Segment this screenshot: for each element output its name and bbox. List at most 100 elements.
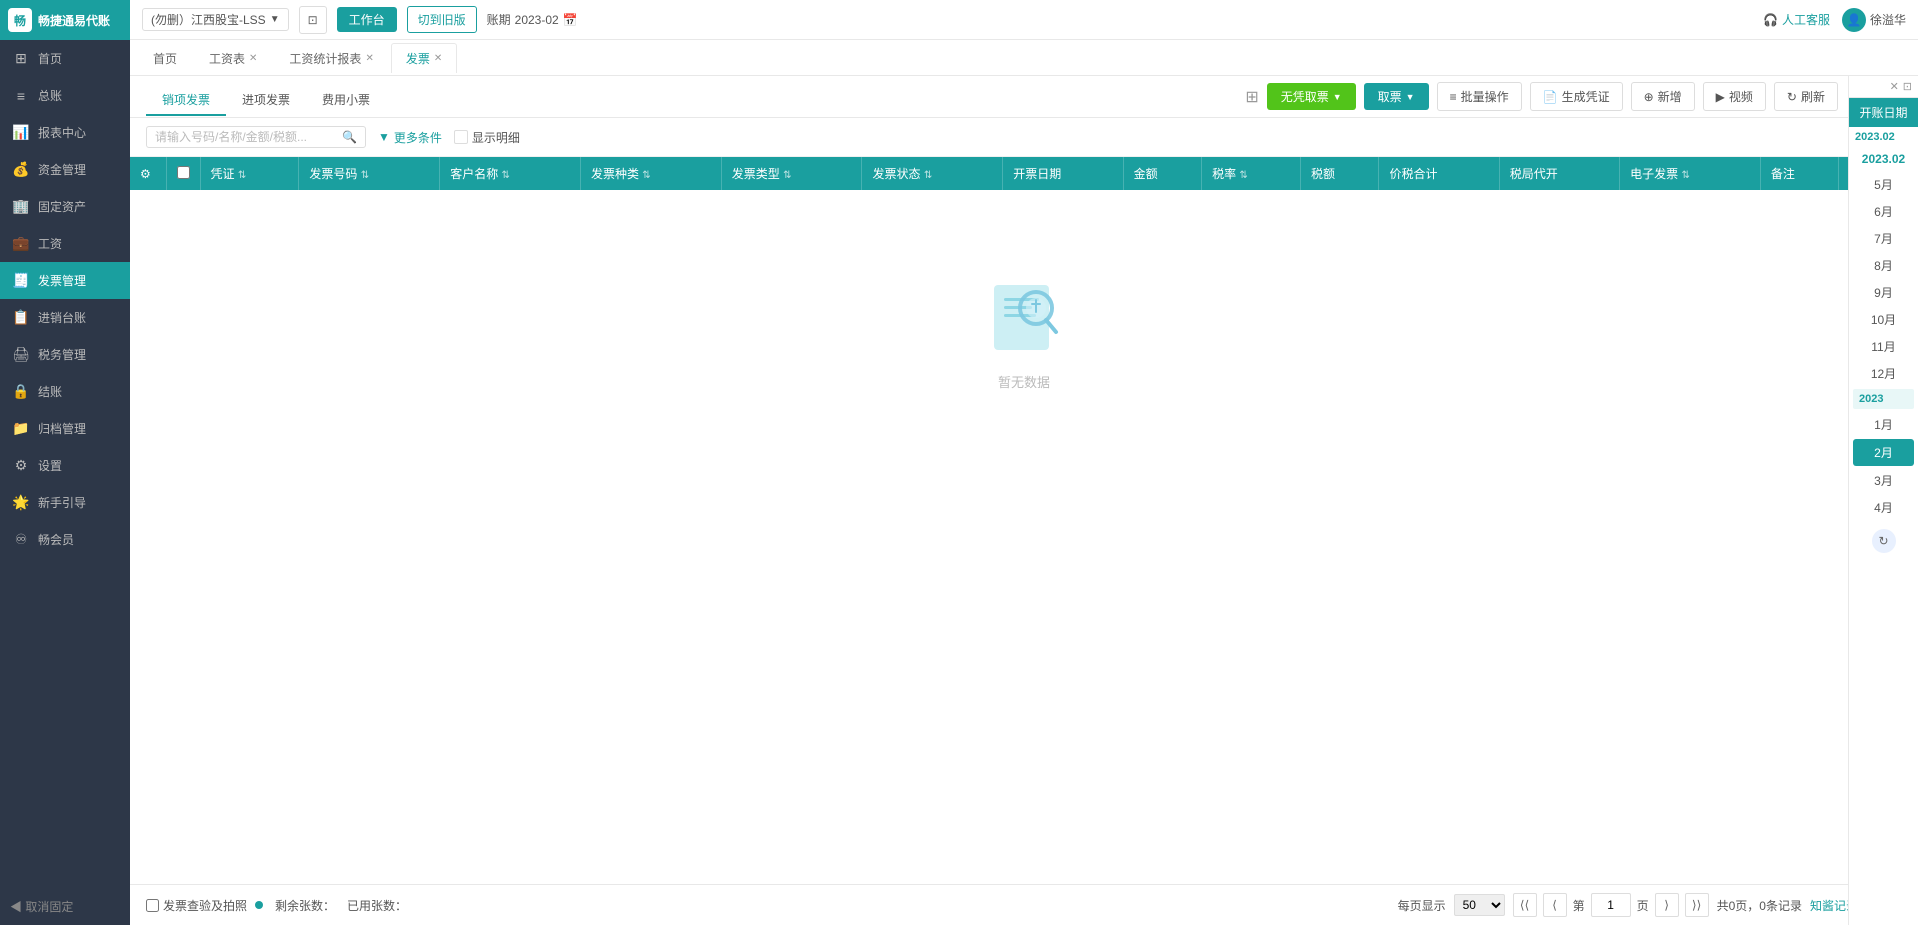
add-btn[interactable]: ⊕ 新增 <box>1631 82 1695 111</box>
tab-close-icon[interactable]: ✕ <box>365 53 373 64</box>
switch-version-button[interactable]: 切到旧版 <box>407 6 477 33</box>
tab-close-icon[interactable]: ✕ <box>434 53 442 64</box>
sidebar-item-reports[interactable]: 📊 报表中心 <box>0 114 130 151</box>
detail-checkbox[interactable] <box>454 130 468 144</box>
expand-icon[interactable]: ⊡ <box>1903 80 1912 93</box>
next-page-btn[interactable]: ⟩ <box>1655 893 1679 917</box>
sidebar-item-closing[interactable]: 🔒 结账 <box>0 373 130 410</box>
company-selector[interactable]: (勿删）江西股宝-LSS ▼ <box>142 8 289 31</box>
col-settings[interactable]: ⚙ <box>130 157 166 190</box>
workspace-button[interactable]: 工作台 <box>337 7 397 32</box>
refresh-btn[interactable]: ↻ 刷新 <box>1774 82 1838 111</box>
sort-icon[interactable]: ⇅ <box>783 170 791 181</box>
first-page-btn[interactable]: ⟨⟨ <box>1513 893 1537 917</box>
month-item-6[interactable]: 6月 <box>1849 198 1918 225</box>
col-e-invoice: 电子发票 ⇅ <box>1620 157 1761 190</box>
month-item-8[interactable]: 8月 <box>1849 252 1918 279</box>
per-page-select[interactable]: 50 100 <box>1454 894 1505 916</box>
closing-icon: 🔒 <box>12 383 30 400</box>
sidebar-item-assets[interactable]: 🏢 固定资产 <box>0 188 130 225</box>
no-voucher-btn[interactable]: 无凭取票 ▼ <box>1267 83 1356 110</box>
user-menu[interactable]: 👤 徐溢华 <box>1842 8 1906 32</box>
refresh-label: 刷新 <box>1801 88 1825 105</box>
sort-icon[interactable]: ⇅ <box>1681 170 1689 181</box>
sidebar-item-label: 新手引导 <box>38 494 86 511</box>
company-settings-btn[interactable]: ⊡ <box>299 6 327 34</box>
col-voucher: 凭证 ⇅ <box>200 157 299 190</box>
sort-icon[interactable]: ⇅ <box>924 170 932 181</box>
sidebar-item-home[interactable]: ⊞ 首页 <box>0 40 130 77</box>
sidebar-item-guide[interactable]: 🌟 新手引导 <box>0 484 130 521</box>
invoice-icon: 🧾 <box>12 272 30 289</box>
video-btn[interactable]: ▶ 视频 <box>1703 82 1766 111</box>
sidebar-item-invoices[interactable]: 🧾 发票管理 <box>0 262 130 299</box>
used-label: 已用张数： <box>347 897 407 914</box>
month-item-5[interactable]: 5月 <box>1849 171 1918 198</box>
gen-voucher-btn[interactable]: 📄 生成凭证 <box>1530 82 1623 111</box>
month-item-7[interactable]: 7月 <box>1849 225 1918 252</box>
sidebar-item-label: 进销台账 <box>38 309 86 326</box>
batch-ops-btn[interactable]: ≡ 批量操作 <box>1437 82 1522 111</box>
logo-text: 畅捷通易代账 <box>38 12 110 29</box>
sidebar-collapse-btn[interactable]: ◀ 取消固定 <box>0 888 130 925</box>
month-item-9[interactable]: 9月 <box>1849 279 1918 306</box>
sidebar-item-settings[interactable]: ⚙ 设置 <box>0 447 130 484</box>
sidebar-item-label: 归档管理 <box>38 420 86 437</box>
month-item-2023-4[interactable]: 4月 <box>1849 494 1918 521</box>
open-period-btn[interactable]: 开账日期 <box>1849 98 1918 127</box>
last-page-btn[interactable]: ⟩⟩ <box>1685 893 1709 917</box>
sort-icon[interactable]: ⇅ <box>642 170 650 181</box>
tab-salary-stats[interactable]: 工资统计报表 ✕ <box>274 43 388 73</box>
col-checkbox[interactable] <box>166 157 200 190</box>
sidebar-item-member[interactable]: ♾ 畅会员 <box>0 521 130 558</box>
sort-icon[interactable]: ⇅ <box>1239 170 1247 181</box>
sidebar-item-tax[interactable]: 🖨 税务管理 <box>0 336 130 373</box>
sort-icon[interactable]: ⇅ <box>238 170 246 181</box>
month-item-2023-1[interactable]: 1月 <box>1849 411 1918 438</box>
tab-home[interactable]: 首页 <box>138 43 192 73</box>
take-label: 取票 <box>1378 88 1402 105</box>
show-detail-toggle[interactable]: 显示明细 <box>454 129 520 146</box>
sub-tab-purchase-invoice[interactable]: 进项发票 <box>226 85 306 116</box>
status-dot <box>255 901 263 909</box>
month-item-2023-2[interactable]: 2月 <box>1853 439 1914 466</box>
verify-label-wrap[interactable]: 发票查验及拍照 <box>146 897 263 914</box>
customer-service-btn[interactable]: 🎧 人工客服 <box>1763 11 1830 28</box>
month-item-10[interactable]: 10月 <box>1849 306 1918 333</box>
more-filter-btn[interactable]: ▼ 更多条件 <box>378 129 442 146</box>
sidebar-item-label: 首页 <box>38 50 62 67</box>
tabs-bar: 首页 工资表 ✕ 工资统计报表 ✕ 发票 ✕ <box>130 40 1918 76</box>
take-btn[interactable]: 取票 ▼ <box>1364 83 1429 110</box>
sidebar-item-archive[interactable]: 📁 归档管理 <box>0 410 130 447</box>
sort-icon[interactable]: ⇅ <box>361 170 369 181</box>
col-tax: 税额 <box>1300 157 1378 190</box>
sidebar-item-salary[interactable]: 💼 工资 <box>0 225 130 262</box>
video-label: 视频 <box>1729 88 1753 105</box>
logo-icon: 畅 <box>8 8 32 32</box>
sidebar-item-sales[interactable]: 📋 进销台账 <box>0 299 130 336</box>
month-item-2023-3[interactable]: 3月 <box>1849 467 1918 494</box>
footer-left: 发票查验及拍照 剩余张数： 已用张数： <box>146 897 407 914</box>
prev-page-btn[interactable]: ⟨ <box>1543 893 1567 917</box>
month-item-11[interactable]: 11月 <box>1849 333 1918 360</box>
month-item-12[interactable]: 12月 <box>1849 360 1918 387</box>
month-item[interactable]: 2023.02 <box>1849 147 1918 171</box>
page-input[interactable] <box>1591 893 1631 917</box>
col-tax-total: 价税合计 <box>1379 157 1499 190</box>
date-sync-btn[interactable]: ↻ <box>1872 529 1896 553</box>
tab-close-icon[interactable]: ✕ <box>249 53 257 64</box>
sidebar-item-funds[interactable]: 💰 资金管理 <box>0 151 130 188</box>
sidebar-item-ledger[interactable]: ≡ 总账 <box>0 77 130 114</box>
col-remark: 备注 <box>1760 157 1838 190</box>
close-date-panel-btn[interactable]: ✕ <box>1890 80 1899 93</box>
sub-tab-expense-receipt[interactable]: 费用小票 <box>306 85 386 116</box>
sub-tab-sales-invoice[interactable]: 销项发票 <box>146 85 226 116</box>
tab-invoices[interactable]: 发票 ✕ <box>391 43 457 73</box>
grid-view-icon[interactable]: ⊞ <box>1245 87 1258 107</box>
tab-salary-table[interactable]: 工资表 ✕ <box>194 43 272 73</box>
sort-icon[interactable]: ⇅ <box>502 170 510 181</box>
select-all-checkbox[interactable] <box>177 166 190 179</box>
verify-checkbox[interactable] <box>146 899 159 912</box>
col-invoice-category: 发票类型 ⇅ <box>721 157 862 190</box>
search-input[interactable] <box>155 130 338 144</box>
